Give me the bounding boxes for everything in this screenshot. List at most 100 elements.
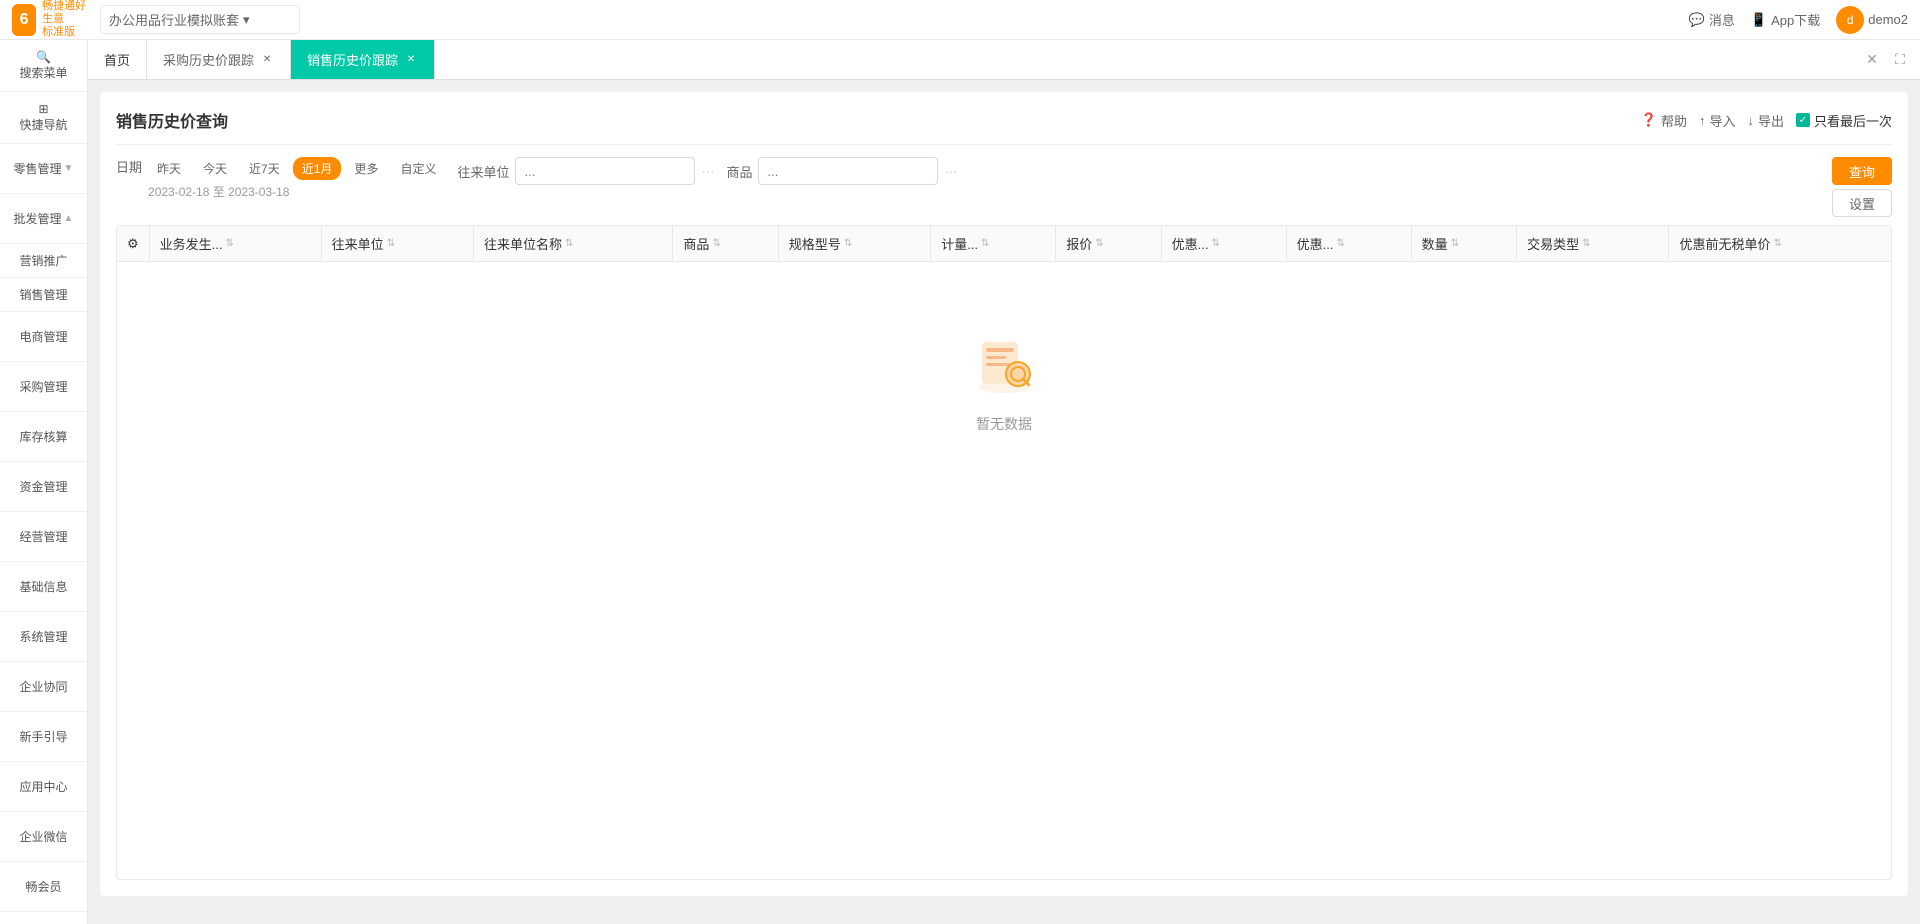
sort-icon-trade-type[interactable]: ⇅ [1582,238,1590,249]
company-dropdown[interactable]: 办公用品行业模拟账套 ▾ [100,5,300,34]
sort-icon-discount-amt[interactable]: ⇅ [1336,238,1344,249]
partner-more-icon[interactable]: ··· [701,164,714,179]
date-btn-today[interactable]: 今天 [194,157,236,180]
sidebar-item-marketing[interactable]: 营销推广 [0,244,87,278]
only-last-checkbox-label[interactable]: ✓ 只看最后一次 [1796,111,1892,130]
partner-input[interactable] [515,157,695,185]
date-btn-7days[interactable]: 近7天 [240,157,289,180]
user-avatar[interactable]: d demo2 [1836,6,1908,34]
sidebar-item-finance[interactable]: 资金管理 [0,462,87,512]
th-partner-code: 往来单位 ⇅ [321,226,473,262]
tab-maximize-button[interactable]: ⛶ [1888,48,1912,72]
date-btn-custom[interactable]: 自定义 [391,157,445,180]
sidebar-item-member[interactable]: 畅会员 [0,862,87,912]
checkbox-checked-icon: ✓ [1796,113,1810,127]
date-range-display: 2023-02-18 至 2023-03-18 [148,183,445,200]
header-right: 💬 消息 📱 App下载 d demo2 [1689,6,1908,34]
sidebar-item-wholesale[interactable]: 批发管理 ▲ [0,194,87,244]
download-icon: 📱 [1751,12,1767,28]
empty-text: 暂无数据 [976,414,1032,434]
sort-icon-quoted-price[interactable]: ⇅ [1095,238,1103,249]
th-settings: ⚙ [117,226,149,262]
table-header-row: ⚙ 业务发生... ⇅ 往来单 [117,226,1891,262]
sort-icon-quantity[interactable]: ⇅ [1451,238,1459,249]
th-partner-name: 往来单位名称 ⇅ [474,226,673,262]
sidebar-item-wechat[interactable]: 企业微信 [0,812,87,862]
sidebar-item-shortcut[interactable]: ⊞ 快捷导航 [0,92,87,144]
sort-icon-biz-date[interactable]: ⇅ [226,238,234,249]
column-settings-icon[interactable]: ⚙ [127,236,139,251]
logo-icon: 6 [12,4,36,36]
sidebar-item-retail[interactable]: 零售管理 ▼ [0,144,87,194]
sidebar-item-search[interactable]: 🔍 搜索菜单 [0,40,87,92]
sort-icon-spec[interactable]: ⇅ [844,238,852,249]
tab-close-sales[interactable]: ✕ [404,53,418,67]
empty-state-icon [964,322,1044,402]
goods-input[interactable] [758,157,938,185]
chevron-down-icon: ▾ [243,12,250,28]
table-container: ⚙ 业务发生... ⇅ 往来单 [116,225,1892,880]
sidebar-item-operation[interactable]: 经营管理 [0,512,87,562]
sort-icon-discount-rate[interactable]: ⇅ [1211,238,1219,249]
sort-icon-goods[interactable]: ⇅ [712,238,720,249]
tab-sales-history[interactable]: 销售历史价跟踪 ✕ [291,40,435,79]
th-unit: 计量... ⇅ [931,226,1056,262]
th-discount-rate: 优惠... ⇅ [1161,226,1286,262]
export-icon: ↓ [1747,113,1754,128]
partner-label: 往来单位 [457,162,509,181]
empty-state: 暂无数据 [117,262,1891,494]
page-content: 销售历史价查询 ❓ 帮助 ↑ 导入 ↓ 导出 [88,80,1920,924]
page-header-actions: ❓ 帮助 ↑ 导入 ↓ 导出 ✓ 只看最后一次 [1641,111,1892,130]
app-download-btn[interactable]: 📱 App下载 [1751,10,1820,29]
query-button[interactable]: 查询 [1832,157,1892,185]
sort-icon-partner-name[interactable]: ⇅ [565,238,573,249]
chevron-up-icon: ▲ [64,213,74,224]
tab-home[interactable]: 首页 [88,40,147,79]
avatar: d [1836,6,1864,34]
th-discount-amt: 优惠... ⇅ [1286,226,1411,262]
tab-close-all-button[interactable]: ✕ [1860,48,1884,72]
th-quantity: 数量 ⇅ [1411,226,1516,262]
sidebar: 🔍 搜索菜单 ⊞ 快捷导航 零售管理 ▼ 批发管理 ▲ 营销推广 销售管理 电商… [0,40,88,924]
sidebar-item-system[interactable]: 系统管理 [0,612,87,662]
page-title: 销售历史价查询 [116,108,228,132]
search-icon: 🔍 [36,50,51,64]
sidebar-item-purchase[interactable]: 采购管理 [0,362,87,412]
import-button[interactable]: ↑ 导入 [1699,111,1736,130]
tab-purchase-history[interactable]: 采购历史价跟踪 ✕ [147,40,291,79]
message-icon: 💬 [1689,12,1705,28]
sort-icon-partner-code[interactable]: ⇅ [387,238,395,249]
message-btn[interactable]: 💬 消息 [1689,10,1735,29]
tab-actions: ✕ ⛶ [1852,40,1920,79]
grid-icon: ⊞ [38,102,48,116]
th-spec: 规格型号 ⇅ [778,226,930,262]
tab-close-purchase[interactable]: ✕ [260,53,274,67]
sidebar-item-enterprise[interactable]: 企业协同 [0,662,87,712]
main-layout: 🔍 搜索菜单 ⊞ 快捷导航 零售管理 ▼ 批发管理 ▲ 营销推广 销售管理 电商… [0,40,1920,924]
export-button[interactable]: ↓ 导出 [1747,111,1784,130]
filter-bar: 日期 昨天 今天 近7天 近1月 更多 自定义 202 [116,157,1892,217]
sort-icon-pretax-price[interactable]: ⇅ [1774,238,1782,249]
help-button[interactable]: ❓ 帮助 [1641,111,1687,130]
content-area: 首页 采购历史价跟踪 ✕ 销售历史价跟踪 ✕ ✕ ⛶ 销售历史价查询 [88,40,1920,924]
date-buttons: 昨天 今天 近7天 近1月 更多 自定义 [148,157,445,180]
date-btn-more[interactable]: 更多 [345,157,387,180]
data-table: ⚙ 业务发生... ⇅ 往来单 [117,226,1891,262]
partner-filter-group: 往来单位 ··· [457,157,714,185]
sort-icon-unit[interactable]: ⇅ [981,238,989,249]
sidebar-item-basic[interactable]: 基础信息 [0,562,87,612]
th-pretax-price: 优惠前无税单价 ⇅ [1669,226,1891,262]
date-btn-1month[interactable]: 近1月 [293,157,342,180]
sidebar-item-guide[interactable]: 新手引导 [0,712,87,762]
logo-area: 6 畅捷通好生意 标准版 [12,0,92,39]
help-icon: ❓ [1641,112,1657,128]
logo-text: 畅捷通好生意 标准版 [42,0,92,39]
date-btn-yesterday[interactable]: 昨天 [148,157,190,180]
goods-more-icon[interactable]: ··· [944,164,957,179]
sidebar-item-appstore[interactable]: 应用中心 [0,762,87,812]
settings-button[interactable]: 设置 [1832,189,1892,217]
sidebar-item-sales[interactable]: 销售管理 [0,278,87,312]
sidebar-item-inventory[interactable]: 库存核算 [0,412,87,462]
sidebar-item-ecommerce[interactable]: 电商管理 [0,312,87,362]
th-trade-type: 交易类型 ⇅ [1517,226,1669,262]
